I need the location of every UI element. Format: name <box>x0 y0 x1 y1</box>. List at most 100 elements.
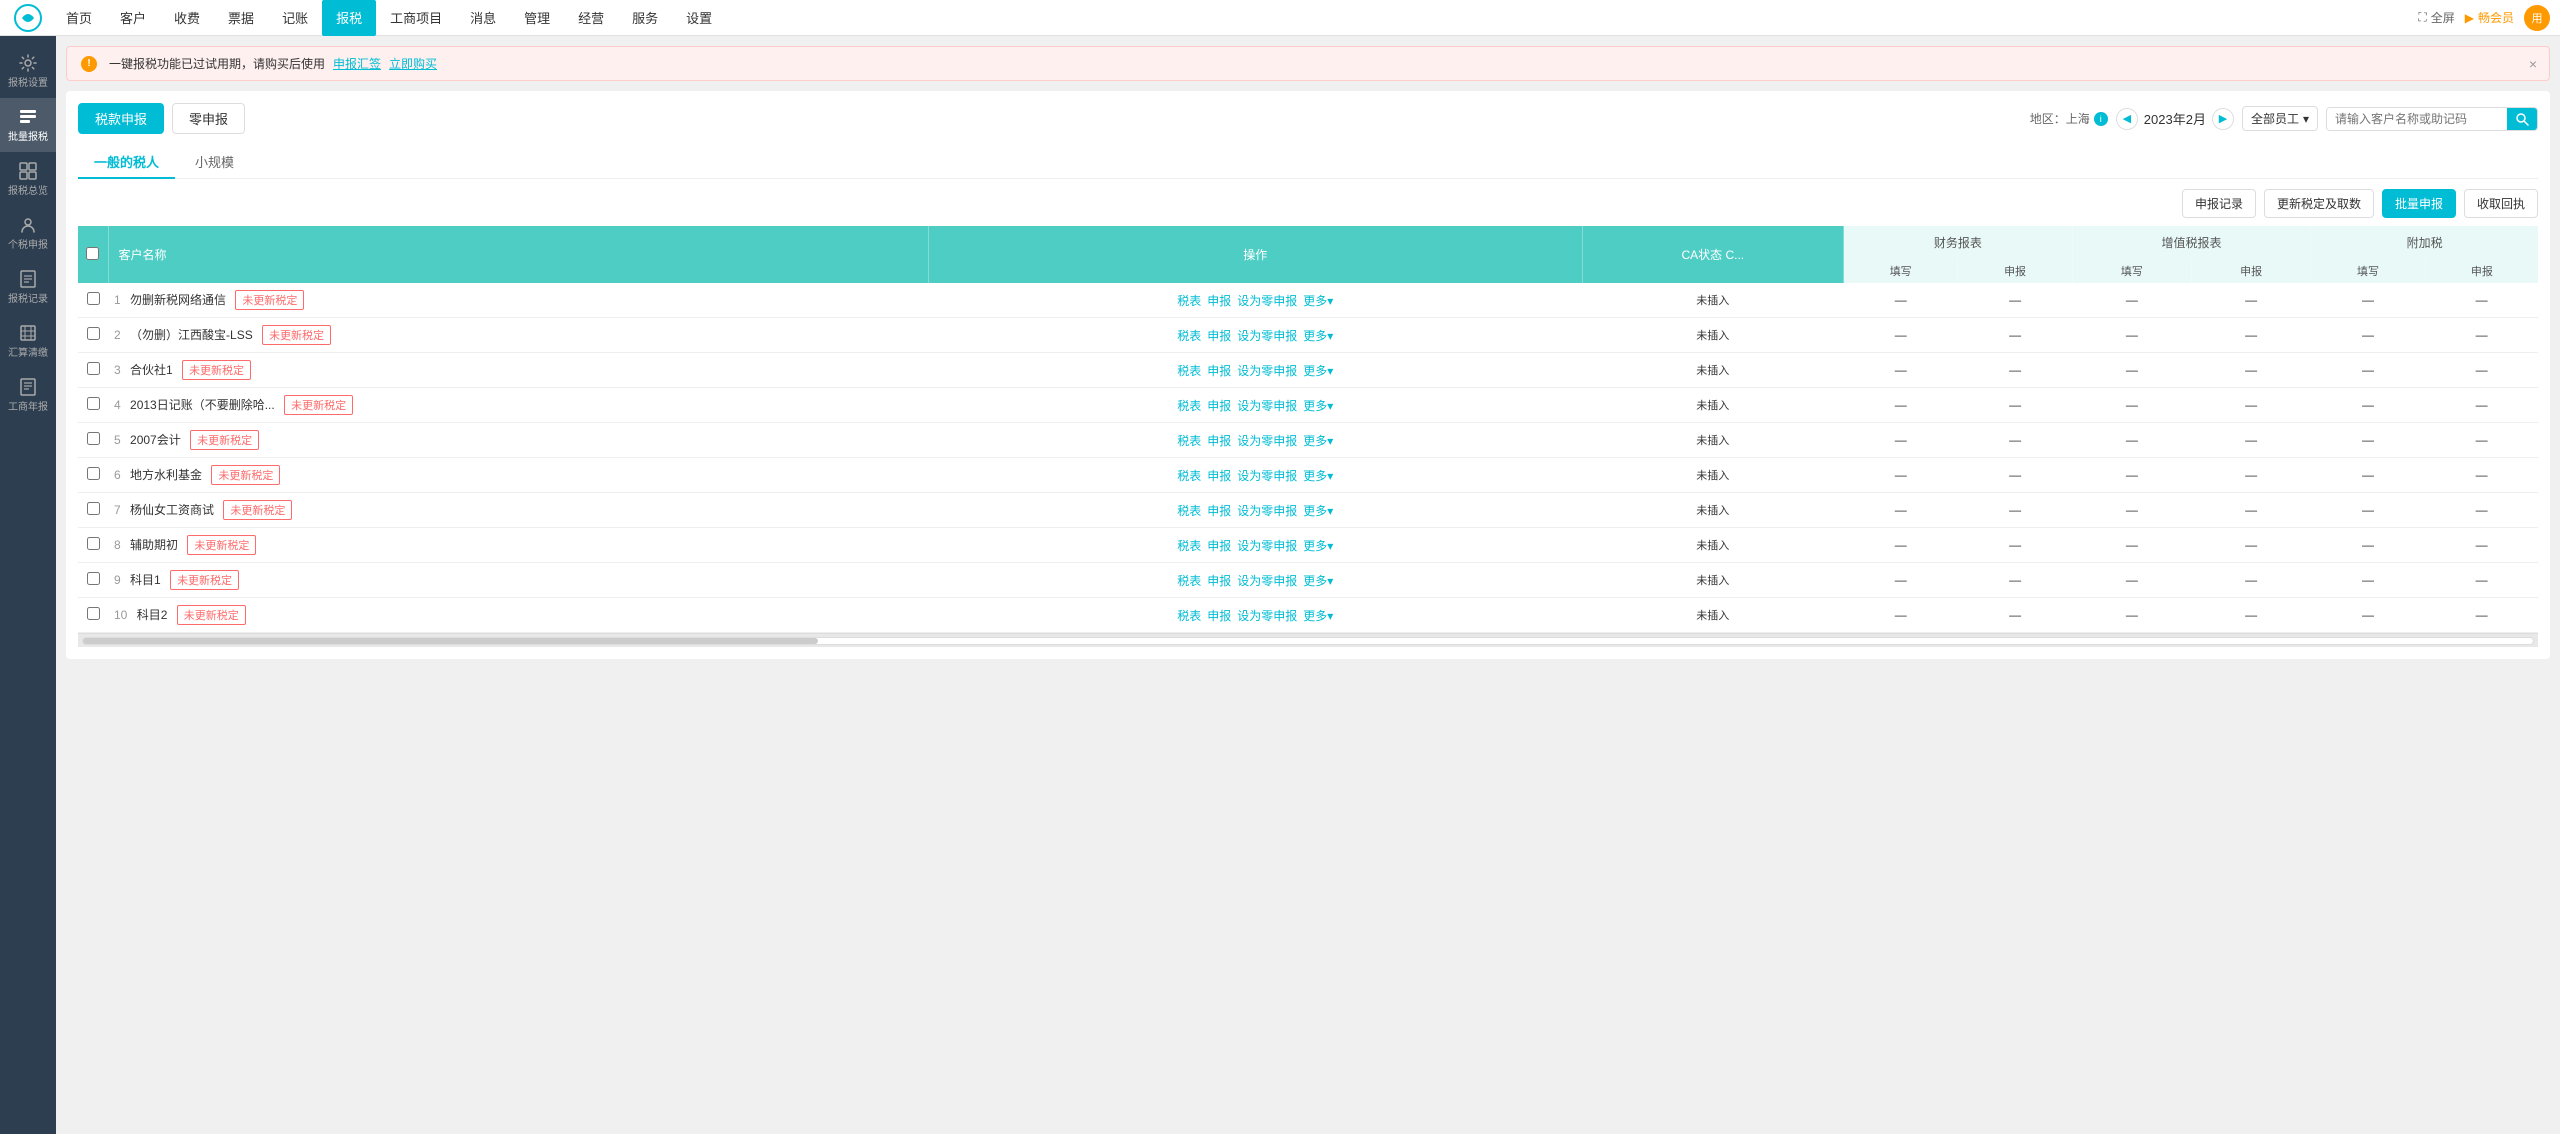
row-checkbox-3[interactable] <box>87 397 100 410</box>
op-link-设为零申报[interactable]: 设为零申报 <box>1237 434 1297 448</box>
scroll-thumb[interactable] <box>83 638 818 644</box>
op-link-设为零申报[interactable]: 设为零申报 <box>1237 329 1297 343</box>
op-link-税表[interactable]: 税表 <box>1177 609 1201 623</box>
op-link-申报[interactable]: 申报 <box>1207 609 1231 623</box>
row-operations: 税表申报设为零申报更多▾ <box>929 458 1583 493</box>
op-link-税表[interactable]: 税表 <box>1177 504 1201 518</box>
op-link-设为零申报[interactable]: 设为零申报 <box>1237 539 1297 553</box>
tab-small-scale[interactable]: 小规模 <box>179 146 250 179</box>
op-link-申报[interactable]: 申报 <box>1207 574 1231 588</box>
period-next-button[interactable]: ▶ <box>2212 108 2234 130</box>
op-link-申报[interactable]: 申报 <box>1207 329 1231 343</box>
nav-tax[interactable]: 报税 <box>322 0 376 36</box>
op-link-设为零申报[interactable]: 设为零申报 <box>1237 469 1297 483</box>
op-link-设为零申报[interactable]: 设为零申报 <box>1237 609 1297 623</box>
nav-billing[interactable]: 收费 <box>160 0 214 36</box>
sidebar-item-tax-records[interactable]: 报税记录 <box>0 260 56 314</box>
op-link-more[interactable]: 更多▾ <box>1303 609 1333 623</box>
op-link-more[interactable]: 更多▾ <box>1303 574 1333 588</box>
banner-close[interactable]: × <box>2529 56 2537 72</box>
search-button[interactable] <box>2507 108 2537 130</box>
nav-operation[interactable]: 经营 <box>564 0 618 36</box>
batch-submit-button[interactable]: 批量申报 <box>2382 189 2456 218</box>
select-all-checkbox[interactable] <box>86 247 99 260</box>
nav-service[interactable]: 服务 <box>618 0 672 36</box>
op-link-more[interactable]: 更多▾ <box>1303 399 1333 413</box>
row-checkbox-0[interactable] <box>87 292 100 305</box>
sidebar-item-overview[interactable]: 报税总览 <box>0 152 56 206</box>
header-vat-fill: 填写 <box>2072 259 2191 283</box>
op-link-设为零申报[interactable]: 设为零申报 <box>1237 364 1297 378</box>
op-link-税表[interactable]: 税表 <box>1177 469 1201 483</box>
submit-record-button[interactable]: 申报记录 <box>2182 189 2256 218</box>
op-link-申报[interactable]: 申报 <box>1207 399 1231 413</box>
row-vat-submit: — <box>2192 423 2311 458</box>
op-link-税表[interactable]: 税表 <box>1177 539 1201 553</box>
staff-filter-select[interactable]: 全部员工 ▾ <box>2242 106 2318 131</box>
row-checkbox-1[interactable] <box>87 327 100 340</box>
nav-manage[interactable]: 管理 <box>510 0 564 36</box>
nav-invoice[interactable]: 票据 <box>214 0 268 36</box>
op-link-设为零申报[interactable]: 设为零申报 <box>1237 294 1297 308</box>
op-link-more[interactable]: 更多▾ <box>1303 364 1333 378</box>
sidebar-item-calc-clear[interactable]: 汇算清缴 <box>0 314 56 368</box>
client-search-input[interactable] <box>2327 108 2507 130</box>
op-link-申报[interactable]: 申报 <box>1207 504 1231 518</box>
op-link-more[interactable]: 更多▾ <box>1303 539 1333 553</box>
header-operations: 操作 <box>929 226 1583 283</box>
op-link-税表[interactable]: 税表 <box>1177 364 1201 378</box>
tab-zero-declaration[interactable]: 零申报 <box>172 103 245 134</box>
main-tab-row: 税款申报 零申报 地区：上海 i ◀ 2023年2月 ▶ 全部员工 ▾ <box>78 103 2538 134</box>
op-link-税表[interactable]: 税表 <box>1177 434 1201 448</box>
nav-settings[interactable]: 设置 <box>672 0 726 36</box>
banner-link-buy[interactable]: 立即购买 <box>389 55 437 72</box>
op-link-申报[interactable]: 申报 <box>1207 434 1231 448</box>
row-checkbox-4[interactable] <box>87 432 100 445</box>
region-info-icon[interactable]: i <box>2094 112 2108 126</box>
period-prev-button[interactable]: ◀ <box>2116 108 2138 130</box>
sidebar-item-tax-settings[interactable]: 报税设置 <box>0 44 56 98</box>
table-row: 2 （勿删）江西酸宝-LSS 未更新税定 税表申报设为零申报更多▾ 未插入 — … <box>78 318 2538 353</box>
banner-link-report[interactable]: 申报汇签 <box>333 55 381 72</box>
row-checkbox-cell <box>78 283 108 318</box>
sidebar-item-biz-report[interactable]: 工商年报 <box>0 368 56 422</box>
op-link-税表[interactable]: 税表 <box>1177 574 1201 588</box>
op-link-more[interactable]: 更多▾ <box>1303 434 1333 448</box>
row-checkbox-9[interactable] <box>87 607 100 620</box>
op-link-税表[interactable]: 税表 <box>1177 329 1201 343</box>
row-checkbox-5[interactable] <box>87 467 100 480</box>
nav-client[interactable]: 客户 <box>106 0 160 36</box>
op-link-申报[interactable]: 申报 <box>1207 364 1231 378</box>
nav-message[interactable]: 消息 <box>456 0 510 36</box>
horizontal-scrollbar[interactable] <box>78 633 2538 647</box>
top-navigation: 首页 客户 收费 票据 记账 报税 工商项目 消息 管理 经营 服务 设置 ⛶ … <box>0 0 2560 36</box>
op-link-申报[interactable]: 申报 <box>1207 539 1231 553</box>
op-link-设为零申报[interactable]: 设为零申报 <box>1237 574 1297 588</box>
sidebar-item-batch-tax[interactable]: 批量报税 <box>0 98 56 152</box>
op-link-设为零申报[interactable]: 设为零申报 <box>1237 399 1297 413</box>
op-link-申报[interactable]: 申报 <box>1207 469 1231 483</box>
tab-tax-declaration[interactable]: 税款申报 <box>78 103 164 134</box>
row-checkbox-8[interactable] <box>87 572 100 585</box>
member-button[interactable]: ▶ 畅会员 <box>2465 9 2514 26</box>
tab-general-taxpayer[interactable]: 一般的税人 <box>78 146 175 179</box>
op-link-设为零申报[interactable]: 设为零申报 <box>1237 504 1297 518</box>
row-vat-submit: — <box>2192 528 2311 563</box>
op-link-申报[interactable]: 申报 <box>1207 294 1231 308</box>
row-checkbox-6[interactable] <box>87 502 100 515</box>
op-link-税表[interactable]: 税表 <box>1177 399 1201 413</box>
nav-biz-project[interactable]: 工商项目 <box>376 0 456 36</box>
retrieve-button[interactable]: 收取回执 <box>2464 189 2538 218</box>
op-link-more[interactable]: 更多▾ <box>1303 329 1333 343</box>
row-checkbox-7[interactable] <box>87 537 100 550</box>
op-link-more[interactable]: 更多▾ <box>1303 504 1333 518</box>
row-checkbox-2[interactable] <box>87 362 100 375</box>
fullscreen-button[interactable]: ⛶ 全屏 <box>2418 9 2454 26</box>
sidebar-item-personal-tax[interactable]: 个税申报 <box>0 206 56 260</box>
op-link-税表[interactable]: 税表 <box>1177 294 1201 308</box>
nav-home[interactable]: 首页 <box>52 0 106 36</box>
op-link-more[interactable]: 更多▾ <box>1303 294 1333 308</box>
update-tax-button[interactable]: 更新税定及取数 <box>2264 189 2374 218</box>
nav-accounting[interactable]: 记账 <box>268 0 322 36</box>
op-link-more[interactable]: 更多▾ <box>1303 469 1333 483</box>
